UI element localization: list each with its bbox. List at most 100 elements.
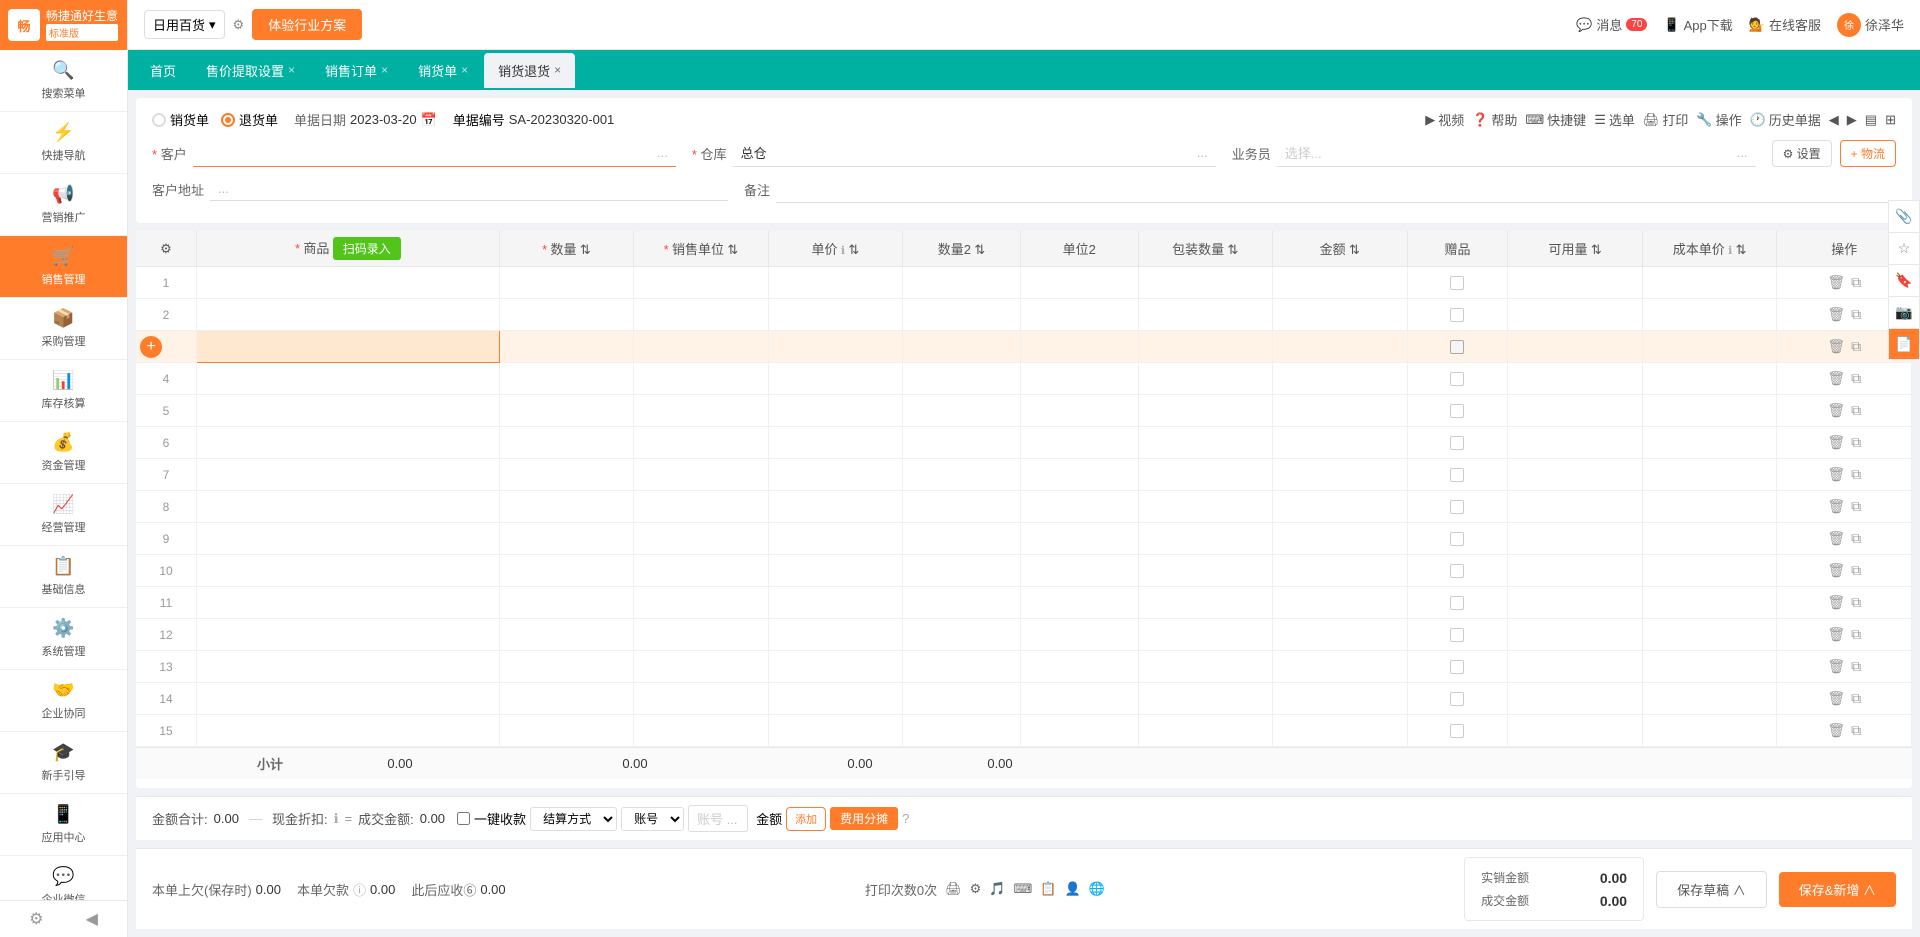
gift-checkbox[interactable] (1450, 724, 1464, 738)
copy-row-btn[interactable]: ⧉ (1851, 466, 1861, 483)
next-btn[interactable]: ▶ (1847, 112, 1857, 128)
copy-row-btn[interactable]: ⧉ (1851, 498, 1861, 515)
price-cell[interactable] (768, 491, 903, 523)
price-cell[interactable] (768, 299, 903, 331)
sidebar-item-basic[interactable]: 📋 基础信息 (0, 546, 127, 608)
save-new-btn[interactable]: 保存&新增 ∧ (1779, 872, 1896, 907)
message-btn[interactable]: 💬 消息 70 (1576, 15, 1647, 34)
fee-split-btn[interactable]: 费用分摊 (830, 807, 898, 830)
user-profile-btn[interactable]: 徐 徐泽华 (1837, 13, 1904, 37)
copy-row-btn[interactable]: ⧉ (1851, 530, 1861, 547)
unit-cell[interactable] (634, 427, 769, 459)
unit2-cell[interactable] (1020, 619, 1138, 651)
qty-cell[interactable] (499, 299, 634, 331)
qty-cell[interactable] (499, 267, 634, 299)
price-cell[interactable] (768, 715, 903, 747)
customer-input[interactable]: ... (193, 139, 676, 167)
select-order-btn[interactable]: ☰ 选单 (1594, 110, 1635, 129)
qty2-cell[interactable] (903, 267, 1021, 299)
amount-cell[interactable] (1273, 299, 1408, 331)
tab-close-sales-order[interactable]: × (381, 63, 388, 77)
unit2-cell[interactable] (1020, 299, 1138, 331)
amount-cell[interactable] (1273, 395, 1408, 427)
copy-row-btn[interactable]: ⧉ (1851, 338, 1861, 355)
tab-sales-return[interactable]: 销货退货× (484, 53, 575, 88)
pkgqty-cell[interactable] (1138, 619, 1273, 651)
amount-cell[interactable] (1273, 427, 1408, 459)
th-qty2[interactable]: 数量2 ⇅ (903, 231, 1021, 267)
save-draft-btn[interactable]: 保存草稿 ∧ (1656, 871, 1767, 908)
tab-close-price-setting[interactable]: × (288, 63, 295, 77)
costprice-cell[interactable] (1642, 523, 1777, 555)
unit2-cell[interactable] (1020, 683, 1138, 715)
product-cell[interactable] (197, 267, 500, 299)
qty-cell[interactable] (499, 587, 634, 619)
gift-checkbox[interactable] (1450, 692, 1464, 706)
delete-row-btn[interactable]: 🗑 (1827, 338, 1845, 355)
pkgqty-cell[interactable] (1138, 587, 1273, 619)
unit-cell[interactable] (634, 523, 769, 555)
sidebar-item-shortcut[interactable]: ⚡ 快捷导航 (0, 112, 127, 174)
address-input[interactable]: ... (210, 177, 728, 201)
th-product[interactable]: * 商品 扫码录入 (197, 231, 500, 267)
costprice-cell[interactable] (1642, 619, 1777, 651)
costprice-cell[interactable] (1642, 331, 1777, 363)
qty-cell[interactable] (499, 683, 634, 715)
qty2-cell[interactable] (903, 619, 1021, 651)
side-icon-bookmark[interactable]: 🔖 (1888, 264, 1920, 296)
unit2-cell[interactable] (1020, 555, 1138, 587)
delete-row-btn[interactable]: 🗑 (1827, 466, 1845, 483)
unit2-cell[interactable] (1020, 363, 1138, 395)
warehouse-dots-btn[interactable]: ... (1197, 145, 1208, 160)
pkgqty-cell[interactable] (1138, 459, 1273, 491)
product-cell[interactable] (197, 715, 500, 747)
price-cell[interactable] (768, 331, 903, 363)
gift-checkbox[interactable] (1450, 660, 1464, 674)
unit-cell[interactable] (634, 715, 769, 747)
costprice-cell[interactable] (1642, 491, 1777, 523)
delete-row-btn[interactable]: 🗑 (1827, 306, 1845, 323)
pkgqty-cell[interactable] (1138, 523, 1273, 555)
sidebar-item-apps[interactable]: 📱 应用中心 (0, 794, 127, 856)
costprice-cell[interactable] (1642, 363, 1777, 395)
qty-cell[interactable] (499, 331, 634, 363)
unit2-cell[interactable] (1020, 715, 1138, 747)
avail-cell[interactable] (1508, 683, 1643, 715)
gift-checkbox[interactable] (1450, 596, 1464, 610)
card-view-btn[interactable]: ⊞ (1885, 112, 1896, 128)
copy-row-btn[interactable]: ⧉ (1851, 690, 1861, 707)
product-cell[interactable] (197, 363, 500, 395)
th-settings[interactable]: ⚙ (136, 231, 197, 267)
gift-checkbox[interactable] (1450, 276, 1464, 290)
customer-dots-btn[interactable]: ... (657, 145, 668, 160)
th-avail[interactable]: 可用量 ⇅ (1508, 231, 1643, 267)
history-btn[interactable]: 🕐 历史单据 (1750, 110, 1821, 129)
qty-cell[interactable] (499, 715, 634, 747)
sidebar-item-enterprise[interactable]: 🤝 企业协同 (0, 670, 127, 732)
account-number-select[interactable]: 账号 (621, 807, 684, 831)
costprice-cell[interactable] (1642, 267, 1777, 299)
tab-home[interactable]: 首页 (136, 53, 190, 88)
sidebar-item-inventory[interactable]: 📊 库存核算 (0, 360, 127, 422)
product-cell[interactable] (197, 523, 500, 555)
qty2-cell[interactable] (903, 363, 1021, 395)
gift-checkbox[interactable] (1450, 564, 1464, 578)
sidebar-item-system[interactable]: ⚙️ 系统管理 (0, 608, 127, 670)
copy-row-btn[interactable]: ⧉ (1851, 434, 1861, 451)
sidebar-item-newbie[interactable]: 🎓 新手引导 (0, 732, 127, 794)
costprice-cell[interactable] (1642, 587, 1777, 619)
qty-cell[interactable] (499, 395, 634, 427)
costprice-cell[interactable] (1642, 299, 1777, 331)
amount-cell[interactable] (1273, 651, 1408, 683)
product-cell[interactable] (197, 587, 500, 619)
th-pkgqty[interactable]: 包装数量 ⇅ (1138, 231, 1273, 267)
qty-cell[interactable] (499, 619, 634, 651)
price-cell[interactable] (768, 427, 903, 459)
avail-cell[interactable] (1508, 555, 1643, 587)
avail-cell[interactable] (1508, 651, 1643, 683)
costprice-cell[interactable] (1642, 715, 1777, 747)
delete-row-btn[interactable]: 🗑 (1827, 530, 1845, 547)
unit2-cell[interactable] (1020, 331, 1138, 363)
unit2-cell[interactable] (1020, 267, 1138, 299)
delete-row-btn[interactable]: 🗑 (1827, 658, 1845, 675)
